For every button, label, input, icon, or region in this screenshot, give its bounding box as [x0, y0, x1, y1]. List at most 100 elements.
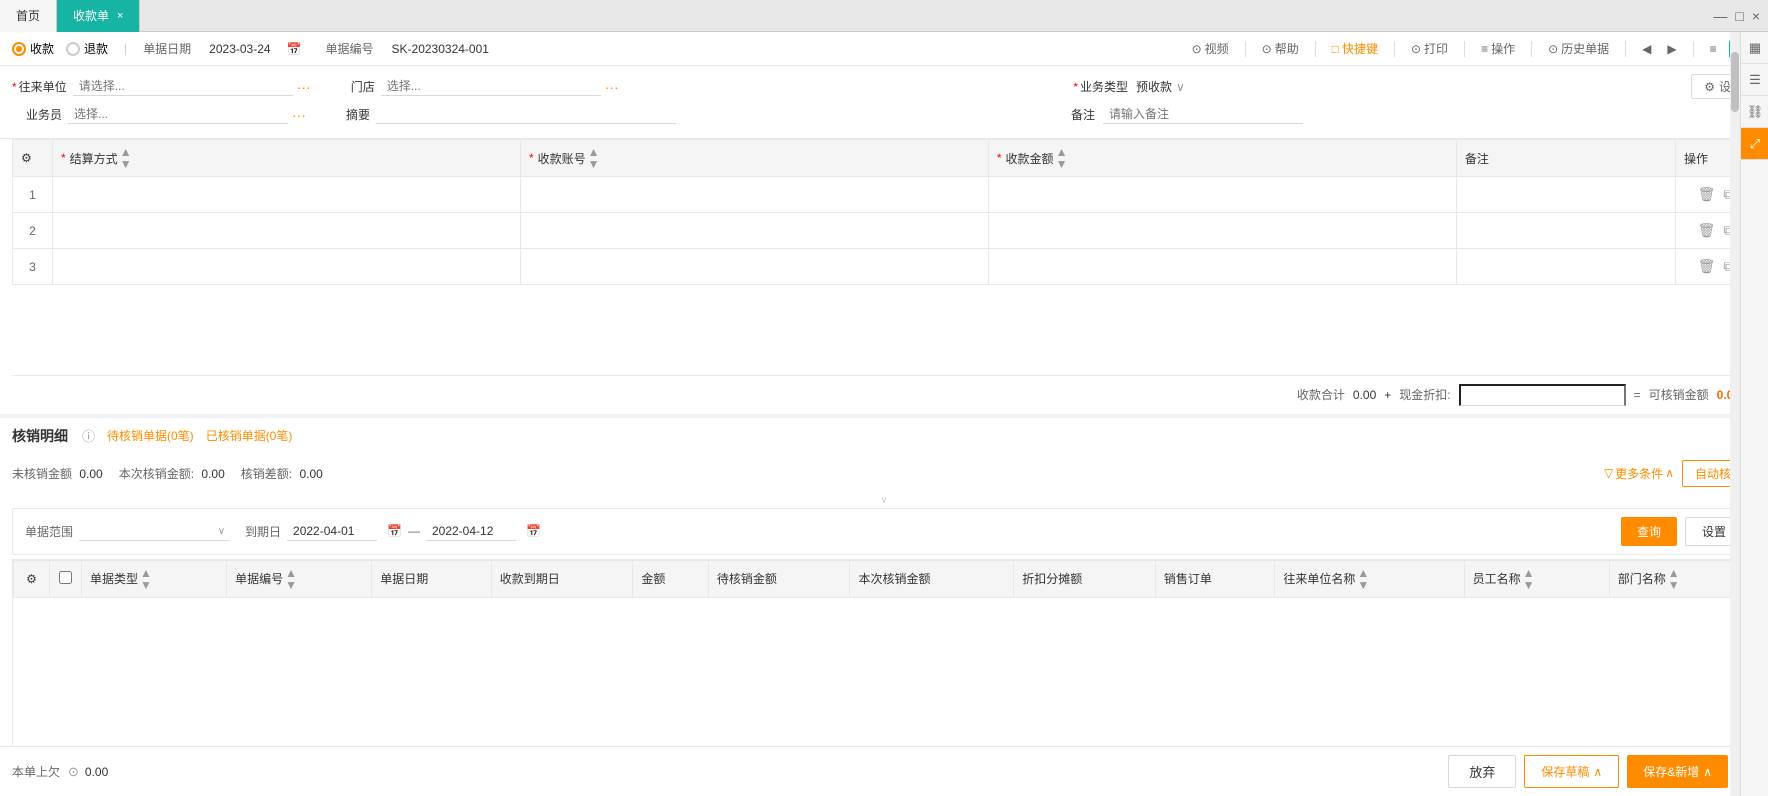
done-tab[interactable]: 已核销单据(0笔)	[206, 427, 293, 444]
main-area: 收款 退款 | 单据日期 2023-03-24 📅 单据编号 SK-202303…	[0, 32, 1768, 796]
date-to-input[interactable]	[426, 522, 516, 541]
history-icon: ⊙	[1548, 42, 1558, 56]
sort-partner[interactable]: ▲▼	[1357, 567, 1369, 591]
current-verify-value: 0.00	[201, 467, 224, 481]
save-new-button[interactable]: 保存&新增 ∧	[1627, 755, 1728, 788]
tab-receipt[interactable]: 收款单 ×	[57, 0, 140, 32]
row-2-delete[interactable]: 🗑	[1698, 222, 1716, 239]
verify-title: 核销明细	[12, 426, 68, 446]
minimize-button[interactable]: —	[1713, 8, 1727, 24]
print-icon: ⊙	[1411, 42, 1421, 56]
summary-input[interactable]	[376, 105, 676, 124]
receipt-table-container: ⚙ * 结算方式 ▲▼ * 收款账号 ▲▼	[12, 139, 1756, 375]
discount-input[interactable]	[1459, 384, 1626, 406]
doc-num-value: SK-20230324-001	[392, 42, 489, 56]
radio-receive[interactable]: 收款	[12, 40, 54, 57]
select-all-checkbox[interactable]	[59, 571, 72, 584]
range-select-wrapper: ∨	[79, 522, 229, 541]
chevron-up-icon: ∧	[1665, 466, 1674, 480]
btn-history[interactable]: ⊙ 历史单据	[1544, 38, 1613, 59]
staff-more-icon[interactable]: ···	[292, 107, 306, 123]
tab-close-icon[interactable]: ×	[117, 10, 123, 22]
discount-label: 现金折扣:	[1399, 386, 1450, 403]
store-more-icon[interactable]: ···	[605, 79, 619, 95]
btn-print[interactable]: ⊙ 打印	[1407, 38, 1452, 59]
btn-nav-next[interactable]: ▶	[1663, 40, 1680, 58]
operate-label: 操作	[1491, 40, 1515, 57]
maximize-button[interactable]: □	[1735, 8, 1743, 24]
row-1-delete[interactable]: 🗑	[1698, 186, 1716, 203]
row-1-amount[interactable]	[988, 177, 1456, 213]
biz-type-dropdown[interactable]: ∨	[1176, 80, 1185, 94]
row-3-remark[interactable]	[1456, 249, 1675, 285]
unverified-value: 0.00	[79, 467, 102, 481]
bth-gear[interactable]: ⚙	[14, 560, 50, 597]
tab-home-label: 首页	[16, 7, 40, 24]
btn-video[interactable]: ⊙ 视频	[1188, 38, 1233, 59]
settings-icon: ⚙	[1704, 80, 1715, 94]
partner-more-icon[interactable]: ···	[297, 79, 311, 95]
row-3-account[interactable]	[520, 249, 988, 285]
sort-account[interactable]: ▲▼	[588, 146, 600, 170]
row-1-settlement[interactable]	[53, 177, 521, 213]
rp-list-icon[interactable]: ☰	[1741, 64, 1768, 96]
remark-input[interactable]	[1103, 105, 1303, 124]
query-button[interactable]: 查询	[1621, 517, 1677, 546]
sort-dept[interactable]: ▲▼	[1668, 567, 1680, 591]
row-3-settlement[interactable]	[53, 249, 521, 285]
bth-current: 本次核销金额	[850, 560, 1014, 597]
div4	[1394, 41, 1395, 57]
verify-info-icon[interactable]: ⓘ	[82, 426, 95, 445]
cal-to-icon[interactable]: 📅	[526, 524, 541, 538]
radio-refund[interactable]: 退款	[66, 40, 108, 57]
store-input[interactable]	[381, 77, 601, 96]
help-icon: ⊙	[1262, 42, 1272, 56]
btn-nav-prev[interactable]: ◀	[1638, 40, 1655, 58]
unverified-label: 未核销金额 0.00	[12, 465, 103, 482]
more-conditions-btn[interactable]: ▽ 更多条件 ∧	[1604, 465, 1674, 482]
scrollbar-thumb[interactable]	[1731, 52, 1739, 112]
calendar-icon[interactable]: 📅	[287, 42, 302, 56]
th-gear[interactable]: ⚙	[13, 140, 53, 177]
staff-input[interactable]	[68, 105, 288, 124]
rp-expand-icon[interactable]: ⤢	[1741, 128, 1768, 160]
pending-tab[interactable]: 待核销单据(0笔)	[107, 427, 194, 444]
btn-operate[interactable]: ≡ 操作	[1477, 38, 1519, 59]
store-label: 门店	[351, 78, 375, 95]
row-1-remark[interactable]	[1456, 177, 1675, 213]
row-2-remark[interactable]	[1456, 213, 1675, 249]
sort-doc-num[interactable]: ▲▼	[285, 567, 297, 591]
div2	[1245, 41, 1246, 57]
tab-home[interactable]: 首页	[0, 0, 57, 32]
btn-help[interactable]: ⊙ 帮助	[1258, 38, 1303, 59]
cal-from-icon[interactable]: 📅	[387, 524, 402, 538]
bth-amount: 金额	[633, 560, 708, 597]
sort-amount[interactable]: ▲▼	[1056, 146, 1068, 170]
rp-table-icon[interactable]: ▦	[1741, 32, 1768, 64]
range-select[interactable]	[79, 522, 229, 541]
sort-staff[interactable]: ▲▼	[1523, 567, 1535, 591]
date-from-input[interactable]	[287, 522, 377, 541]
row-2-settlement[interactable]	[53, 213, 521, 249]
filter-icon: ▽	[1604, 466, 1613, 480]
abandon-button[interactable]: 放弃	[1448, 755, 1516, 788]
rp-link-icon[interactable]: ⛓	[1741, 96, 1768, 128]
filter-due-date: 到期日 📅 — 📅	[245, 522, 541, 541]
btn-menu[interactable]: ≡	[1706, 40, 1721, 58]
bth-check[interactable]	[50, 560, 82, 597]
row-2-account[interactable]	[520, 213, 988, 249]
row-1-account[interactable]	[520, 177, 988, 213]
btn-shortcut[interactable]: □ 快捷键	[1328, 38, 1382, 59]
row-3-delete[interactable]: 🗑	[1698, 258, 1716, 275]
partner-input[interactable]	[73, 77, 293, 96]
row-3-amount[interactable]	[988, 249, 1456, 285]
close-button[interactable]: ×	[1752, 8, 1760, 24]
sort-doc-type[interactable]: ▲▼	[140, 567, 152, 591]
row-2-amount[interactable]	[988, 213, 1456, 249]
limit-info-icon[interactable]: ⊙	[68, 764, 79, 780]
footer-left: 本单上欠 ⊙ 0.00	[12, 763, 108, 780]
tab-bar: 首页 收款单 × — □ ×	[0, 0, 1768, 32]
sort-settlement[interactable]: ▲▼	[120, 146, 132, 170]
draft-button[interactable]: 保存草稿 ∧	[1524, 755, 1619, 788]
scrollbar[interactable]	[1730, 32, 1740, 796]
